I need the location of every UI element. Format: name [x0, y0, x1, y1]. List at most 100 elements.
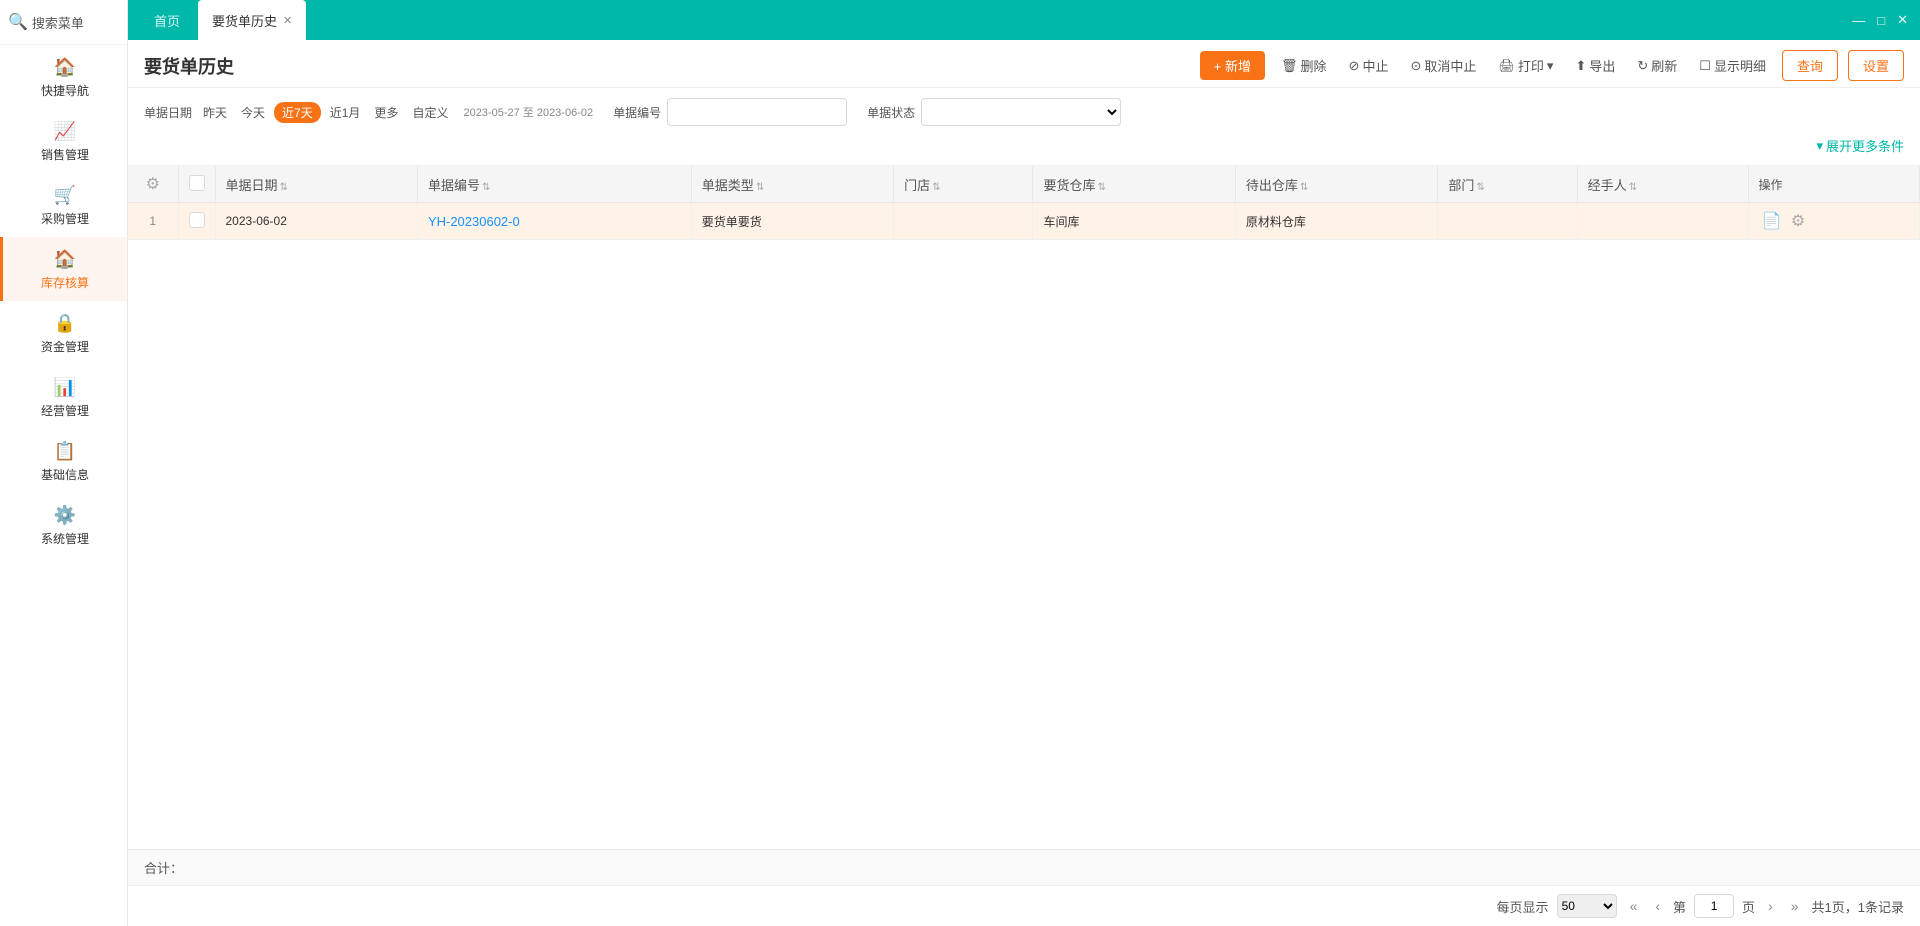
table-settings-icon[interactable]: ⚙	[146, 176, 160, 193]
chevron-down-icon: ▾	[1816, 138, 1823, 154]
window-minimize-icon[interactable]: —	[1852, 13, 1865, 28]
col-doc-type[interactable]: 单据类型⇅	[691, 166, 893, 203]
per-page-select[interactable]: 10 20 50 100	[1557, 894, 1617, 918]
sidebar-item-label: 经营管理	[41, 402, 89, 419]
export-button[interactable]: ⬆ 导出	[1569, 53, 1621, 78]
sidebar-item-quick-nav[interactable]: 🏠 快捷导航	[0, 45, 127, 109]
finance-icon: 🔒	[54, 313, 76, 334]
last-page-button[interactable]: »	[1786, 896, 1804, 916]
row-more-icon[interactable]: ⚙	[1788, 213, 1808, 230]
print-button[interactable]: 🖨 打印 ▾	[1492, 53, 1559, 78]
per-page-label: 每页显示	[1497, 897, 1549, 916]
print-icon: 🖨	[1498, 58, 1515, 74]
filter-row2: ▾ 展开更多条件	[144, 130, 1904, 155]
date-range-display: 2023-05-27 至 2023-06-02	[463, 104, 593, 120]
row-select-checkbox[interactable]	[189, 212, 205, 228]
col-handler[interactable]: 经手人⇅	[1577, 166, 1748, 203]
col-pending-warehouse[interactable]: 待出仓库⇅	[1235, 166, 1437, 203]
sort-icon-handler: ⇅	[1629, 182, 1637, 193]
refresh-icon: ↻	[1637, 58, 1648, 74]
total-info: 共1页，1条记录	[1812, 897, 1904, 916]
tab-requisition-history[interactable]: 要货单历史 ✕	[198, 0, 306, 40]
date-btn-yesterday[interactable]: 昨天	[198, 102, 232, 123]
home-icon: 🏠	[54, 57, 76, 78]
date-btn-7days[interactable]: 近7天	[274, 102, 321, 123]
print-dropdown-icon: ▾	[1547, 58, 1554, 74]
sidebar-search[interactable]: 🔍 搜索菜单	[0, 0, 127, 45]
col-settings: ⚙	[128, 166, 178, 203]
sidebar-item-label: 资金管理	[41, 338, 89, 355]
date-btn-custom[interactable]: 自定义	[407, 102, 453, 123]
footer-summary: 合计：	[128, 849, 1920, 885]
prev-page-button[interactable]: ‹	[1650, 896, 1665, 916]
top-bar-right: — □ ✕	[1852, 12, 1908, 28]
settings-button[interactable]: 设置	[1848, 50, 1904, 81]
row-req-warehouse: 车间库	[1033, 203, 1235, 240]
col-doc-no[interactable]: 单据编号⇅	[417, 166, 691, 203]
page-title: 要货单历史	[144, 53, 234, 79]
first-page-button[interactable]: «	[1625, 896, 1643, 916]
row-checkbox[interactable]	[178, 203, 215, 240]
date-btn-more[interactable]: 更多	[369, 102, 403, 123]
checkbox-display-icon: ☐	[1699, 58, 1711, 74]
sidebar-item-operation[interactable]: 📊 经营管理	[0, 365, 127, 429]
row-edit-icon[interactable]: 📄	[1759, 213, 1785, 230]
col-checkbox	[178, 166, 215, 203]
date-btn-today[interactable]: 今天	[236, 102, 270, 123]
sort-icon-department: ⇅	[1476, 182, 1484, 193]
col-store[interactable]: 门店⇅	[894, 166, 1033, 203]
pagination: 每页显示 10 20 50 100 « ‹ 第 页 › » 共1页，1条记录	[128, 885, 1920, 926]
window-maximize-icon[interactable]: □	[1877, 13, 1885, 28]
sidebar-item-sales[interactable]: 📈 销售管理	[0, 109, 127, 173]
tab-close-icon[interactable]: ✕	[283, 14, 292, 27]
tab-home-label: 首页	[154, 11, 180, 30]
sidebar-item-inventory[interactable]: 🏠 库存核算	[0, 237, 127, 301]
sidebar-item-purchase[interactable]: 🛒 采购管理	[0, 173, 127, 237]
row-index: 1	[128, 203, 178, 240]
row-doc-date: 2023-06-02	[215, 203, 417, 240]
col-department[interactable]: 部门⇅	[1438, 166, 1577, 203]
status-select[interactable]	[921, 98, 1121, 126]
col-operation: 操作	[1748, 166, 1919, 203]
query-button[interactable]: 查询	[1782, 50, 1838, 81]
sidebar-search-label: 搜索菜单	[32, 13, 84, 32]
page-input[interactable]	[1694, 894, 1734, 918]
row-store	[894, 203, 1033, 240]
sidebar-item-system[interactable]: ⚙️ 系统管理	[0, 493, 127, 557]
table-area: ⚙ 单据日期⇅ 单据编号⇅ 单据类型⇅	[128, 166, 1920, 849]
tab-home[interactable]: 首页	[140, 0, 194, 40]
stop-button[interactable]: ⊘ 中止	[1343, 53, 1395, 78]
status-filter-group: 单据状态	[867, 98, 1121, 126]
display-detail-button[interactable]: ☐ 显示明细	[1693, 53, 1772, 78]
sidebar-item-label: 采购管理	[41, 210, 89, 227]
window-close-icon[interactable]: ✕	[1897, 12, 1908, 28]
sort-icon-req-warehouse: ⇅	[1097, 182, 1105, 193]
cancel-stop-icon: ⊙	[1410, 58, 1421, 74]
sort-icon-pending-warehouse: ⇅	[1300, 182, 1308, 193]
delete-button[interactable]: 🗑 删除	[1275, 53, 1333, 78]
page-suffix: 页	[1742, 897, 1755, 916]
next-page-button[interactable]: ›	[1763, 896, 1778, 916]
main-area: 首页 要货单历史 ✕ — □ ✕ 要货单历史 + 新增 🗑 删除 ⊘	[128, 0, 1920, 926]
col-doc-date[interactable]: 单据日期⇅	[215, 166, 417, 203]
cancel-stop-button[interactable]: ⊙ 取消中止	[1404, 53, 1482, 78]
sidebar-item-finance[interactable]: 🔒 资金管理	[0, 301, 127, 365]
system-icon: ⚙️	[54, 505, 76, 526]
row-operations: 📄 ⚙	[1748, 203, 1919, 240]
doc-no-link[interactable]: YH-20230602-0	[428, 214, 520, 229]
top-bar: 首页 要货单历史 ✕ — □ ✕	[128, 0, 1920, 40]
sidebar-item-basic[interactable]: 📋 基础信息	[0, 429, 127, 493]
operation-icon: 📊	[54, 377, 76, 398]
export-icon: ⬆	[1575, 58, 1586, 74]
col-req-warehouse[interactable]: 要货仓库⇅	[1033, 166, 1235, 203]
date-btn-1month[interactable]: 近1月	[325, 102, 366, 123]
refresh-button[interactable]: ↻ 刷新	[1631, 53, 1683, 78]
sidebar: 🔍 搜索菜单 🏠 快捷导航 📈 销售管理 🛒 采购管理 🏠 库存核算 🔒 资金管…	[0, 0, 128, 926]
sidebar-item-label: 销售管理	[41, 146, 89, 163]
date-filter-group: 单据日期 昨天 今天 近7天 近1月 更多 自定义 2023-05-27 至 2…	[144, 102, 593, 123]
sort-icon-doc-type: ⇅	[756, 182, 764, 193]
expand-filter-button[interactable]: ▾ 展开更多条件	[1816, 136, 1904, 155]
new-button[interactable]: + 新增	[1200, 51, 1265, 80]
select-all-checkbox[interactable]	[189, 175, 205, 191]
docno-input[interactable]	[667, 98, 847, 126]
